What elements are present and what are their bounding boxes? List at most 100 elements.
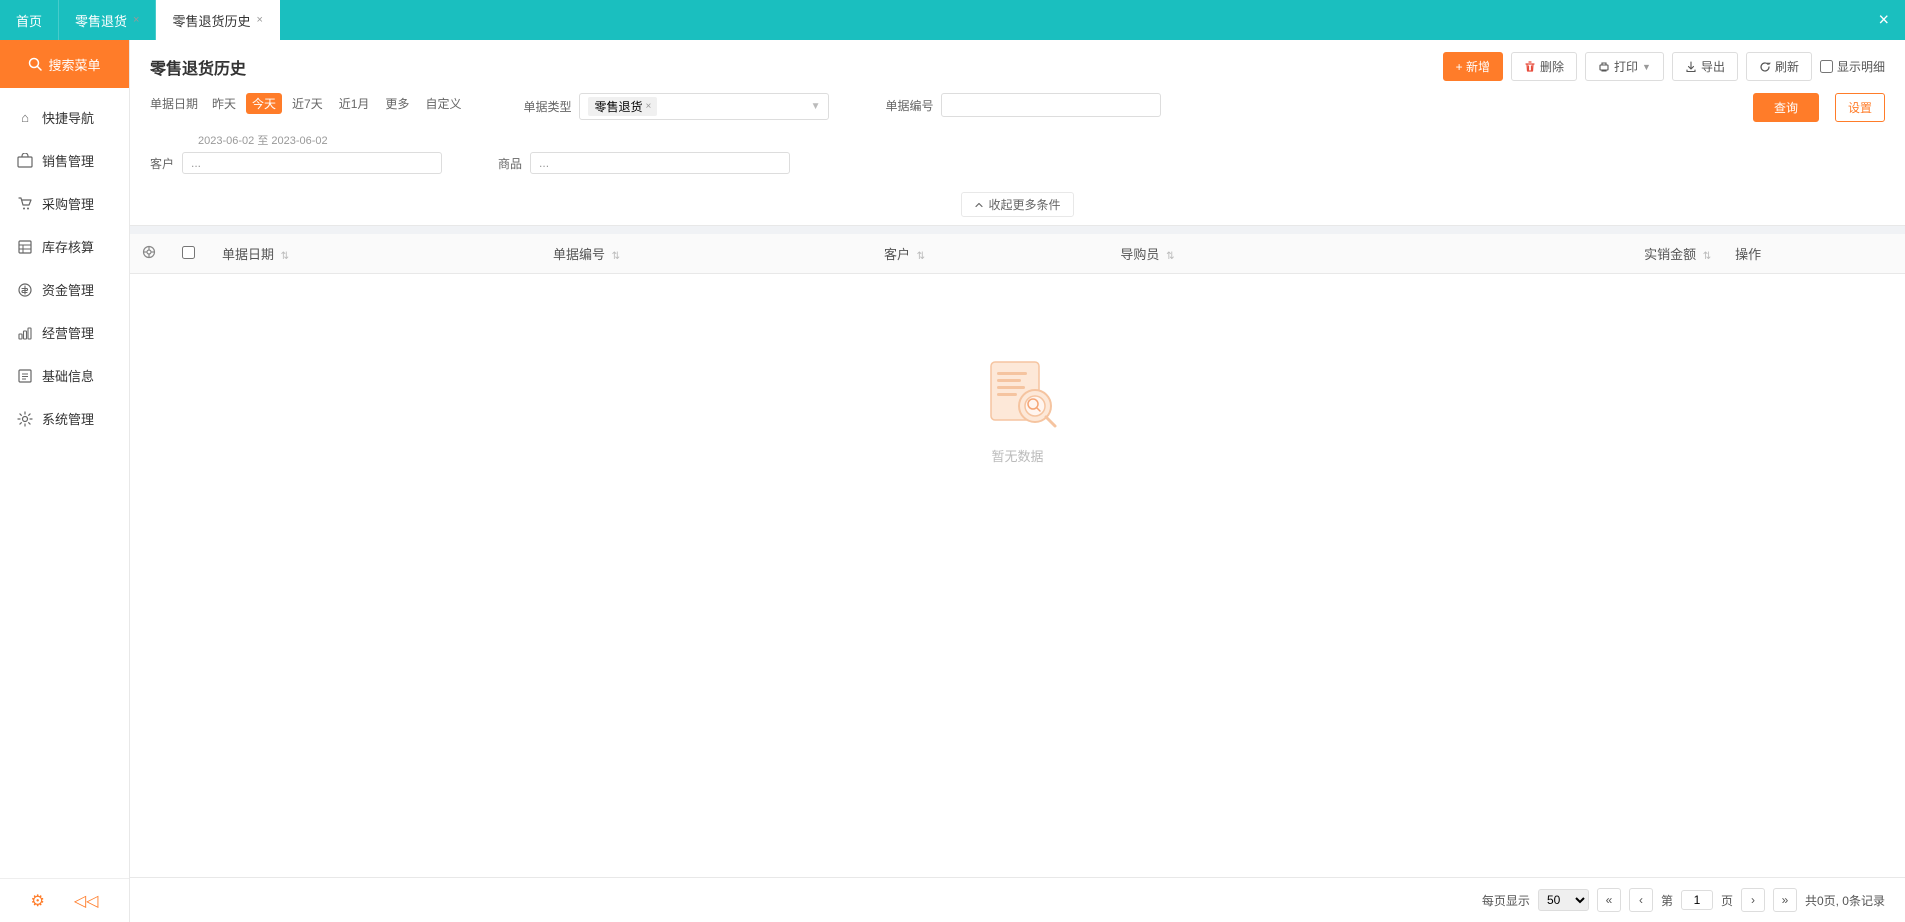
sidebar-item-basic-info[interactable]: 基础信息 [0, 354, 129, 397]
th-amount[interactable]: 实销金额 ⇅ [1392, 234, 1723, 274]
setting-button-item: 设置 [1835, 93, 1885, 122]
export-icon [1685, 61, 1697, 73]
tab-retail-return[interactable]: 零售退货 × [59, 0, 156, 40]
collapse-button[interactable]: 收起更多条件 [961, 192, 1073, 217]
sidebar-item-sales-mgmt[interactable]: 销售管理 [0, 139, 129, 182]
refresh-label: 刷新 [1775, 58, 1799, 75]
sidebar-item-system-label: 系统管理 [42, 409, 94, 428]
prev-page-button[interactable]: ‹ [1629, 888, 1653, 912]
select-all-checkbox[interactable] [182, 246, 195, 259]
content-area: 零售退货历史 + 新增 删除 打印 [130, 40, 1905, 922]
date-btn-yesterday[interactable]: 昨天 [206, 93, 242, 114]
th-settings[interactable] [130, 234, 170, 274]
date-btn-7days[interactable]: 近7天 [286, 93, 329, 114]
voucher-type-tag-close[interactable]: × [645, 101, 651, 112]
new-button[interactable]: + 新增 [1443, 52, 1503, 81]
date-range-display: 2023-06-02 至 2023-06-02 [150, 132, 1885, 152]
page-size-select[interactable]: 10 20 50 100 [1538, 889, 1589, 911]
sidebar-item-finance[interactable]: 资金管理 [0, 268, 129, 311]
goods-select[interactable]: ... [530, 152, 790, 174]
tab-home-label: 首页 [16, 11, 42, 30]
voucher-no-filter-item: 单据编号 [885, 93, 1161, 117]
sort-amount-icon: ⇅ [1703, 251, 1711, 262]
sidebar-item-operations-label: 经营管理 [42, 323, 94, 342]
sidebar-item-inventory[interactable]: 库存核算 [0, 225, 129, 268]
filter-area: 单据日期 昨天 今天 近7天 近1月 更多 自定义 单据类型 [150, 93, 1885, 225]
display-detail-label: 显示明细 [1837, 58, 1885, 75]
display-detail-checkbox[interactable]: 显示明细 [1820, 58, 1885, 75]
query-button[interactable]: 查询 [1753, 93, 1819, 122]
sidebar-item-system-mgmt[interactable]: 系统管理 [0, 397, 129, 440]
top-tabs: 首页 零售退货 × 零售退货历史 × [0, 0, 1905, 40]
tab-retail-return-history-close[interactable]: × [256, 14, 262, 26]
th-guide[interactable]: 导购员 ⇅ [1108, 234, 1392, 274]
sort-guide-icon: ⇅ [1166, 251, 1174, 262]
date-btn-today[interactable]: 今天 [246, 93, 282, 114]
delete-label: 删除 [1540, 58, 1564, 75]
filter-row-2: 客户 ... 商品 ... [150, 152, 1885, 174]
goods-filter-item: 商品 ... [498, 152, 790, 174]
voucher-type-tag: 零售退货 × [588, 97, 657, 116]
voucher-no-input[interactable] [941, 93, 1161, 117]
page-title: 零售退货历史 [150, 55, 246, 79]
th-no[interactable]: 单据编号 ⇅ [541, 234, 872, 274]
speaker-icon[interactable]: ◁◁ [74, 891, 99, 911]
refresh-button[interactable]: 刷新 [1746, 52, 1812, 81]
setting-button[interactable]: 设置 [1835, 93, 1885, 122]
tab-retail-return-history[interactable]: 零售退货历史 × [156, 0, 279, 40]
tab-home[interactable]: 首页 [0, 0, 59, 40]
page-input[interactable] [1681, 890, 1713, 910]
prev-page-icon: ‹ [1639, 893, 1643, 907]
pagination-bar: 每页显示 10 20 50 100 « ‹ 第 页 › [130, 877, 1905, 922]
th-customer[interactable]: 客户 ⇅ [872, 234, 1108, 274]
first-page-icon: « [1606, 893, 1613, 907]
date-filter: 昨天 今天 近7天 近1月 更多 自定义 [206, 93, 467, 114]
column-settings-icon [142, 245, 156, 259]
print-icon [1598, 61, 1610, 73]
goto-label: 第 [1661, 892, 1673, 909]
th-date[interactable]: 单据日期 ⇅ [210, 234, 541, 274]
sidebar-item-purchase-mgmt[interactable]: 采购管理 [0, 182, 129, 225]
date-range-text: 2023-06-02 至 2023-06-02 [198, 135, 328, 147]
export-button[interactable]: 导出 [1672, 52, 1738, 81]
filter-row-1: 单据日期 昨天 今天 近7天 近1月 更多 自定义 单据类型 [150, 93, 1885, 122]
date-btn-1month[interactable]: 近1月 [333, 93, 376, 114]
operations-icon [16, 324, 34, 342]
date-btn-more[interactable]: 更多 [379, 93, 415, 114]
sidebar-item-operations[interactable]: 经营管理 [0, 311, 129, 354]
sidebar-item-quick-nav-label: 快捷导航 [42, 108, 94, 127]
voucher-no-label: 单据编号 [885, 97, 933, 114]
collapse-icon [974, 200, 984, 210]
voucher-type-select[interactable]: 零售退货 × ▼ [579, 93, 829, 120]
window-close-button[interactable]: × [1878, 10, 1889, 31]
next-page-button[interactable]: › [1741, 888, 1765, 912]
tab-retail-return-label: 零售退货 [75, 11, 127, 30]
collapse-row: 收起更多条件 [150, 184, 1885, 225]
display-detail-check[interactable] [1820, 60, 1833, 73]
empty-text: 暂无数据 [991, 446, 1043, 465]
home-icon: ⌂ [16, 109, 34, 127]
delete-button[interactable]: 删除 [1511, 52, 1577, 81]
top-bar: 首页 零售退货 × 零售退货历史 × × [0, 0, 1905, 40]
inventory-icon [16, 238, 34, 256]
table-wrap: 单据日期 ⇅ 单据编号 ⇅ 客户 ⇅ [130, 234, 1905, 877]
first-page-button[interactable]: « [1597, 888, 1621, 912]
th-checkbox[interactable] [170, 234, 210, 274]
search-menu-button[interactable]: 搜索菜单 [0, 40, 129, 88]
voucher-type-label: 单据类型 [523, 98, 571, 115]
purchase-icon [16, 195, 34, 213]
customer-label: 客户 [150, 155, 174, 172]
last-page-button[interactable]: » [1773, 888, 1797, 912]
th-customer-label: 客户 [884, 247, 910, 262]
sales-icon [16, 152, 34, 170]
sidebar-item-sales-label: 销售管理 [42, 151, 94, 170]
sidebar-item-quick-nav[interactable]: ⌂ 快捷导航 [0, 96, 129, 139]
print-button[interactable]: 打印 ▼ [1585, 52, 1664, 81]
sort-date-icon: ⇅ [281, 251, 289, 262]
last-page-icon: » [1782, 893, 1789, 907]
date-btn-custom[interactable]: 自定义 [419, 93, 467, 114]
settings-bottom-icon[interactable]: ⚙ [31, 891, 45, 911]
search-menu-label: 搜索菜单 [48, 55, 100, 74]
customer-select[interactable]: ... [182, 152, 442, 174]
tab-retail-return-close[interactable]: × [133, 14, 139, 26]
